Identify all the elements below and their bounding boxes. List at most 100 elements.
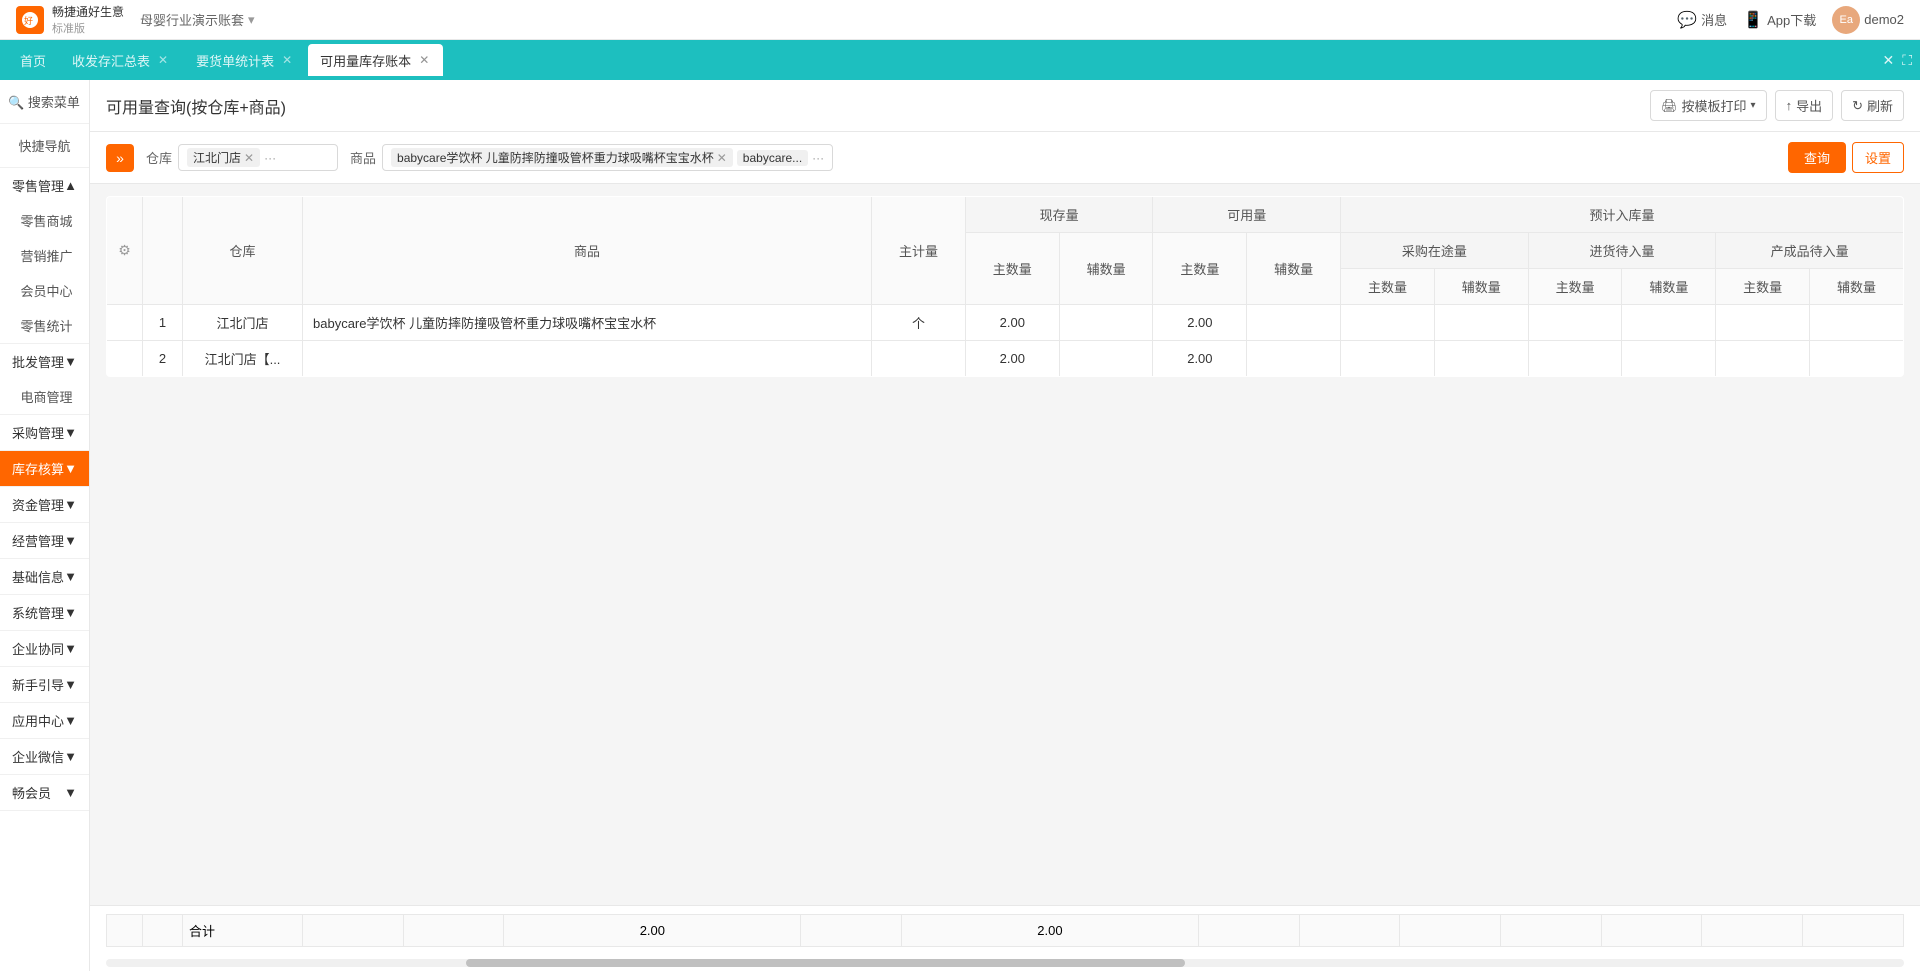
th-product: 商品 bbox=[303, 197, 872, 305]
user-area[interactable]: Ea demo2 bbox=[1832, 6, 1904, 34]
sidebar-group-system-title[interactable]: 系统管理 ▼ bbox=[0, 595, 89, 630]
filter-toggle-btn[interactable]: » bbox=[106, 144, 134, 172]
brand-info: 畅捷通好生意 标准版 bbox=[52, 3, 124, 36]
tab-fullscreen-icon[interactable]: ⛶ bbox=[1902, 52, 1912, 69]
refresh-label: 刷新 bbox=[1867, 96, 1893, 115]
row-checkbox[interactable] bbox=[107, 305, 143, 341]
sidebar-item-ecommerce[interactable]: 电商管理 bbox=[0, 379, 89, 414]
th-purchase-main: 主数量 bbox=[1341, 269, 1435, 305]
sidebar-item-quicknav[interactable]: 快捷导航 bbox=[0, 128, 89, 163]
sidebar-item-retail-mall[interactable]: 零售商城 bbox=[0, 203, 89, 238]
industry-selector[interactable]: 母婴行业演示账套 ▾ bbox=[140, 10, 255, 29]
sidebar-group-wechat-title[interactable]: 企业微信 ▼ bbox=[0, 739, 89, 774]
table-footer: 合计 2.00 2.00 bbox=[90, 905, 1920, 955]
basic-arrow: ▼ bbox=[64, 569, 77, 584]
gear-icon[interactable]: ⚙ bbox=[118, 242, 131, 258]
tab-receive[interactable]: 收发存汇总表 ✕ bbox=[60, 44, 182, 76]
sidebar-group-inventory: 库存核算 ▼ bbox=[0, 451, 89, 487]
sidebar-group-purchase-title[interactable]: 采购管理 ▼ bbox=[0, 415, 89, 450]
warehouse-tag-value: 江北门店 bbox=[193, 149, 241, 166]
footer-avail-aux bbox=[1198, 915, 1299, 947]
row-incoming-main bbox=[1528, 341, 1622, 377]
tab-available-close[interactable]: ✕ bbox=[417, 53, 431, 67]
row-produce-aux bbox=[1810, 341, 1904, 377]
warehouse-tag-close[interactable]: ✕ bbox=[244, 151, 254, 165]
main-layout: 🔍 搜索菜单 快捷导航 零售管理 ▲ 零售商城 营销推广 会员中心 零售统计 批… bbox=[0, 80, 1920, 971]
table-row[interactable]: 2 江北门店【... 2.00 2.00 bbox=[107, 341, 1904, 377]
industry-label: 母婴行业演示账套 bbox=[140, 10, 244, 29]
system-arrow: ▼ bbox=[64, 605, 77, 620]
query-btn[interactable]: 查询 bbox=[1788, 142, 1846, 173]
tab-receive-close[interactable]: ✕ bbox=[156, 53, 170, 67]
scroll-thumb[interactable] bbox=[466, 959, 1185, 967]
sidebar-item-member[interactable]: 会员中心 bbox=[0, 273, 89, 308]
row-checkbox[interactable] bbox=[107, 341, 143, 377]
sidebar-group-retail-title[interactable]: 零售管理 ▲ bbox=[0, 168, 89, 203]
product-filter-box[interactable]: babycare学饮杯 儿童防摔防撞吸管杯重力球吸嘴杯宝宝水杯 ✕ babyca… bbox=[382, 144, 833, 171]
footer-stock-main: 2.00 bbox=[504, 915, 801, 947]
tab-close-all-icon[interactable]: ✕ bbox=[1882, 52, 1894, 69]
sidebar-group-appstore-title[interactable]: 应用中心 ▼ bbox=[0, 703, 89, 738]
sidebar-nav: 快捷导航 bbox=[0, 124, 89, 168]
th-settings[interactable]: ⚙ bbox=[107, 197, 143, 305]
ops-arrow: ▼ bbox=[64, 533, 77, 548]
warehouse-filter: 仓库 江北门店 ✕ ··· bbox=[146, 144, 338, 171]
sidebar-group-finance-title[interactable]: 资金管理 ▼ bbox=[0, 487, 89, 522]
sidebar-group-retail: 零售管理 ▲ 零售商城 营销推广 会员中心 零售统计 bbox=[0, 168, 89, 344]
product-tag-close[interactable]: ✕ bbox=[717, 151, 727, 165]
vip-label: 畅会员 bbox=[12, 783, 51, 802]
sidebar-group-finance: 资金管理 ▼ bbox=[0, 487, 89, 523]
filter-action-btns: 查询 设置 bbox=[1788, 142, 1904, 173]
dropdown-icon[interactable]: ▾ bbox=[248, 12, 255, 28]
filter-bar: » 仓库 江北门店 ✕ ··· 商品 babycare学饮杯 儿童防摔防撞吸管杯… bbox=[90, 132, 1920, 184]
sidebar-group-ops-title[interactable]: 经营管理 ▼ bbox=[0, 523, 89, 558]
table-row[interactable]: 1 江北门店 babycare学饮杯 儿童防摔防撞吸管杯重力球吸嘴杯宝宝水杯 个… bbox=[107, 305, 1904, 341]
ops-label: 经营管理 bbox=[12, 531, 64, 550]
tab-receive-label: 收发存汇总表 bbox=[72, 51, 150, 70]
row-warehouse: 江北门店 bbox=[183, 305, 303, 341]
row-produce-main bbox=[1716, 305, 1810, 341]
sidebar-group-vip-title[interactable]: 畅会员 ▼ bbox=[0, 775, 89, 810]
sidebar-group-wholesale-title[interactable]: 批发管理 ▼ bbox=[0, 344, 89, 379]
print-icon: 🖨 bbox=[1661, 98, 1678, 114]
footer-incoming-aux bbox=[1601, 915, 1702, 947]
table-container: ⚙ 仓库 商品 主计量 现存量 可用量 预计入库量 主数量 辅数量 主数量 bbox=[90, 184, 1920, 905]
export-icon: ↑ bbox=[1786, 98, 1793, 113]
tab-available[interactable]: 可用量库存账本 ✕ bbox=[308, 44, 443, 76]
product-filter-dots: ··· bbox=[812, 151, 824, 165]
sidebar-group-system: 系统管理 ▼ bbox=[0, 595, 89, 631]
refresh-btn[interactable]: ↻ 刷新 bbox=[1841, 90, 1904, 121]
sidebar-group-guide-title[interactable]: 新手引导 ▼ bbox=[0, 667, 89, 702]
footer-purchase-main bbox=[1299, 915, 1400, 947]
sidebar-item-marketing[interactable]: 营销推广 bbox=[0, 238, 89, 273]
export-btn[interactable]: ↑ 导出 bbox=[1775, 90, 1834, 121]
collab-arrow: ▼ bbox=[64, 641, 77, 656]
app-download-btn[interactable]: 📱 App下载 bbox=[1743, 10, 1816, 30]
row-stock-aux bbox=[1059, 341, 1153, 377]
search-icon: 🔍 bbox=[8, 95, 28, 110]
row-purchase-main bbox=[1341, 341, 1435, 377]
sidebar-item-retail-stat[interactable]: 零售统计 bbox=[0, 308, 89, 343]
scroll-bar-area bbox=[90, 955, 1920, 971]
row-avail-aux bbox=[1247, 341, 1341, 377]
sidebar-group-inventory-title[interactable]: 库存核算 ▼ bbox=[0, 451, 89, 486]
message-btn[interactable]: 💬 消息 bbox=[1677, 10, 1727, 30]
logo-icon: 好 bbox=[16, 6, 44, 34]
warehouse-filter-box[interactable]: 江北门店 ✕ ··· bbox=[178, 144, 338, 171]
th-incoming-main: 主数量 bbox=[1528, 269, 1622, 305]
sidebar-group-basic-title[interactable]: 基础信息 ▼ bbox=[0, 559, 89, 594]
vip-arrow: ▼ bbox=[64, 785, 77, 800]
settings-btn[interactable]: 设置 bbox=[1852, 142, 1904, 173]
print-btn[interactable]: 🖨 按模板打印 ▾ bbox=[1650, 90, 1767, 121]
tab-order-close[interactable]: ✕ bbox=[280, 53, 294, 67]
tab-home[interactable]: 首页 bbox=[8, 44, 58, 76]
sidebar-group-collab-title[interactable]: 企业协同 ▼ bbox=[0, 631, 89, 666]
scroll-track[interactable] bbox=[106, 959, 1904, 967]
guide-arrow: ▼ bbox=[64, 677, 77, 692]
sidebar-group-appstore: 应用中心 ▼ bbox=[0, 703, 89, 739]
th-incoming-group: 进货待入量 bbox=[1528, 233, 1716, 269]
search-menu-btn[interactable]: 🔍 搜索菜单 bbox=[8, 88, 81, 115]
quicknav-label: 快捷导航 bbox=[18, 136, 70, 155]
tab-order-stat[interactable]: 要货单统计表 ✕ bbox=[184, 44, 306, 76]
message-icon: 💬 bbox=[1677, 10, 1697, 30]
